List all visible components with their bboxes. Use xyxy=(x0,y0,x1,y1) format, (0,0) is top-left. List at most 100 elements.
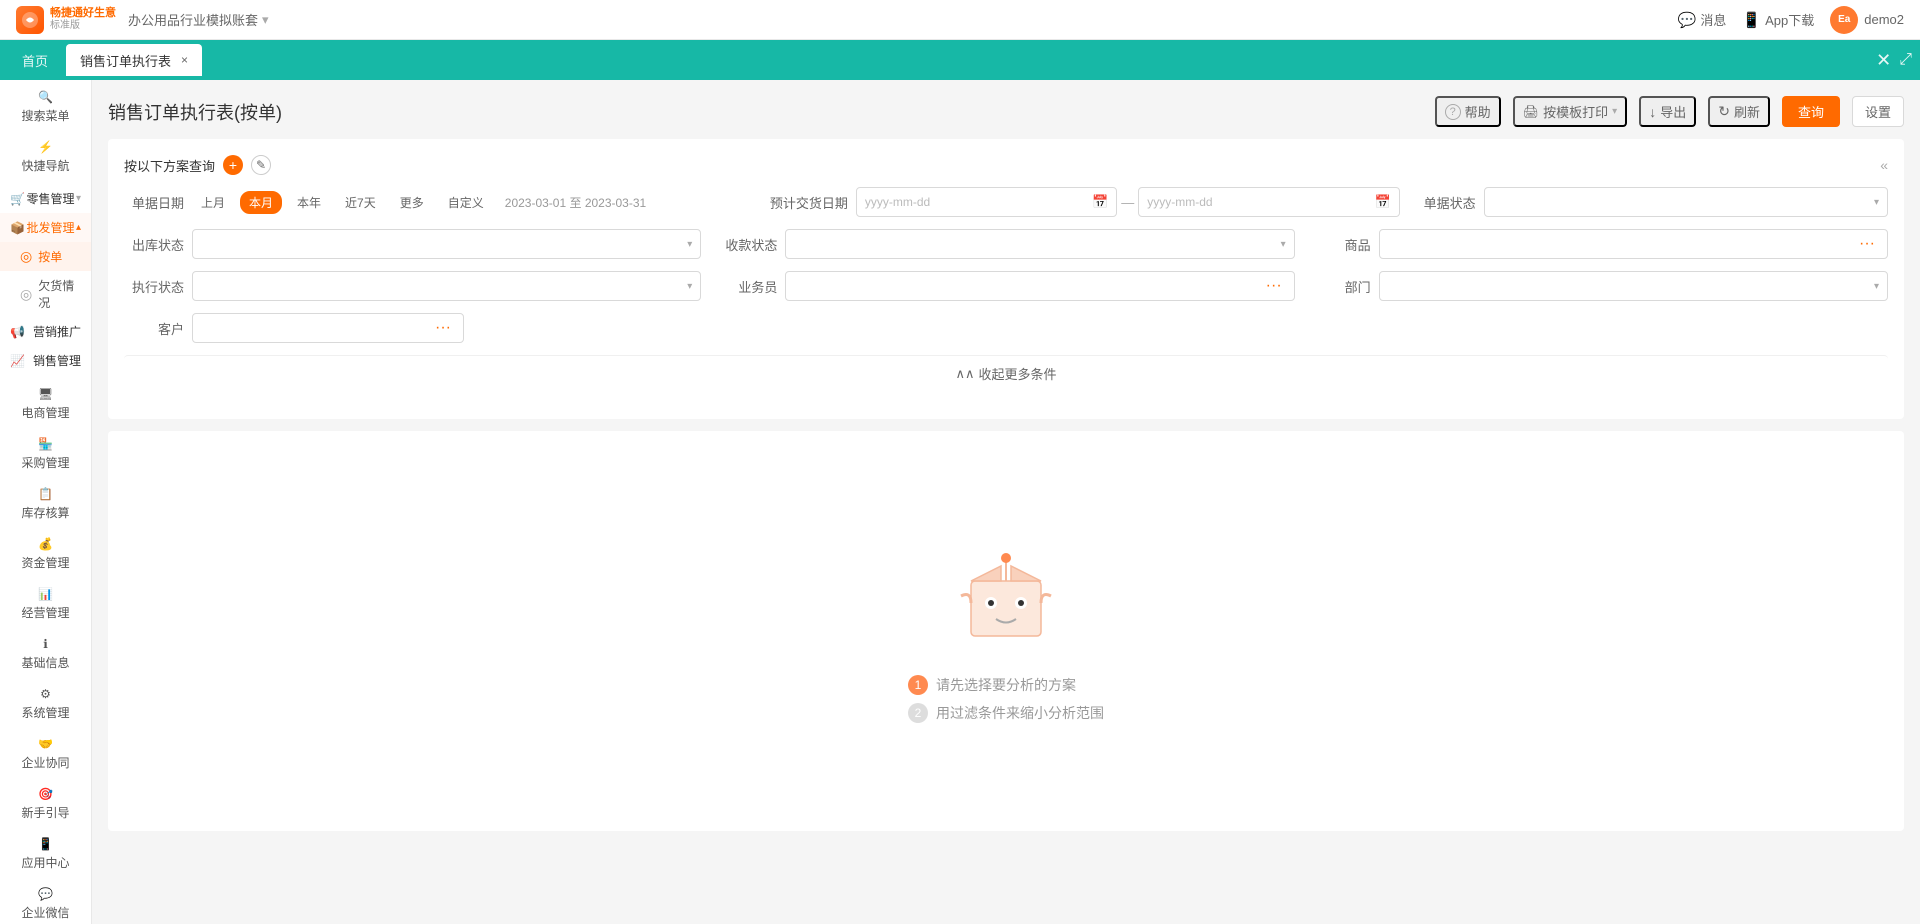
sidebar-item-corp[interactable]: 🤝 企业协同 xyxy=(0,729,91,779)
sidebar-item-inventory[interactable]: 📋 库存核算 xyxy=(0,479,91,529)
template-print-button[interactable]: 🖨 按模板打印 ▾ xyxy=(1513,96,1628,127)
app-download-button[interactable]: 📱 App下载 xyxy=(1742,10,1814,29)
tab-close-button[interactable]: × xyxy=(181,53,188,67)
step-2-num: 2 xyxy=(908,703,928,723)
empty-state: 1 请先选择要分析的方案 2 用过滤条件来缩小分析范围 xyxy=(108,431,1904,831)
customer-select[interactable]: ··· xyxy=(192,313,464,343)
main-layout: 🔍 搜索菜单 ⚡ 快捷导航 🛒 零售管理 ▾ 📦 批发管理 ▴ ◎ 按单 ◎ xyxy=(0,80,1920,924)
corp-icon: 🤝 xyxy=(38,737,53,751)
add-filter-button[interactable]: + xyxy=(223,155,243,175)
customer-label: 客户 xyxy=(124,319,184,338)
sidebar-item-retail[interactable]: 🛒 零售管理 ▾ xyxy=(0,184,91,213)
tab-actions: ✕ ⤢ xyxy=(1876,50,1912,71)
date-tag-this-month[interactable]: 本月 xyxy=(240,191,282,214)
dept-select[interactable]: ▾ xyxy=(1379,271,1888,301)
sidebar-item-ecom[interactable]: 🖥 电商管理 xyxy=(0,379,91,429)
sidebar-item-basic[interactable]: ℹ 基础信息 xyxy=(0,629,91,679)
sidebar-item-sys[interactable]: ⚙ 系统管理 xyxy=(0,679,91,729)
query-button[interactable]: 查询 xyxy=(1782,96,1840,127)
date-tag-custom[interactable]: 自定义 xyxy=(439,191,493,214)
expected-date-to[interactable]: yyyy-mm-dd 📅 xyxy=(1138,187,1399,217)
tab-maximize-button[interactable]: ⤢ xyxy=(1899,51,1912,69)
date-tag-last-month[interactable]: 上月 xyxy=(192,191,234,214)
sidebar-item-ops[interactable]: 📊 经营管理 xyxy=(0,579,91,629)
tab-home[interactable]: 首页 xyxy=(8,44,62,76)
sidebar-item-appstore[interactable]: 📱 应用中心 xyxy=(0,829,91,879)
avatar: Ea xyxy=(1830,6,1858,34)
retail-label: 零售管理 xyxy=(26,190,74,207)
tab-close-window-button[interactable]: ✕ xyxy=(1876,50,1891,71)
filter-section-header: 按以下方案查询 + ✎ « xyxy=(124,155,1888,175)
order-status-label: 单据状态 xyxy=(1416,193,1476,212)
salesperson-ellipsis[interactable]: ··· xyxy=(1262,277,1286,295)
sidebar-item-marketing[interactable]: 📢 营销推广 xyxy=(0,317,91,346)
export-button[interactable]: ↓ 导出 xyxy=(1639,96,1696,127)
empty-step-1: 1 请先选择要分析的方案 xyxy=(908,675,1104,695)
date-tag-this-year[interactable]: 本年 xyxy=(288,191,330,214)
goods-select[interactable]: ··· xyxy=(1379,229,1888,259)
collapse-label: 收起更多条件 xyxy=(979,364,1057,383)
logo-area: 畅捷通好生意 标准版 xyxy=(16,6,116,34)
purchase-label: 采购管理 xyxy=(21,454,69,471)
sidebar-search-menu[interactable]: 🔍 搜索菜单 xyxy=(0,80,91,134)
newbie-label: 新手引导 xyxy=(21,804,69,821)
expected-date-from[interactable]: yyyy-mm-dd 📅 xyxy=(856,187,1117,217)
help-icon: ? xyxy=(1445,104,1461,120)
purchase-icon: 🏪 xyxy=(38,437,53,451)
collapse-more-button[interactable]: ∧∧ 收起更多条件 xyxy=(124,355,1888,391)
delivery-status-label: 出库状态 xyxy=(124,235,184,254)
calendar-to-icon: 📅 xyxy=(1374,194,1390,210)
tab-sales-order[interactable]: 销售订单执行表 × xyxy=(66,44,202,76)
customer-ellipsis[interactable]: ··· xyxy=(431,319,455,337)
sidebar-sub-按单[interactable]: ◎ 按单 xyxy=(0,242,91,271)
refresh-button[interactable]: ↻ 刷新 xyxy=(1708,96,1770,127)
filter-date: 单据日期 上月 本月 本年 近7天 更多 自定义 2023-03-01 至 20… xyxy=(124,191,754,214)
order-status-arrow: ▾ xyxy=(1874,197,1879,208)
breadcrumb-dropdown-icon[interactable]: ▾ xyxy=(262,12,269,28)
message-button[interactable]: 💬 消息 xyxy=(1678,10,1727,29)
order-status-select[interactable]: ▾ xyxy=(1484,187,1888,217)
step-1-text: 请先选择要分析的方案 xyxy=(936,675,1076,695)
marketing-icon: 📢 xyxy=(10,325,25,339)
goods-ellipsis[interactable]: ··· xyxy=(1855,235,1879,253)
help-button[interactable]: ? 帮助 xyxy=(1435,96,1501,127)
sidebar-item-purchase[interactable]: 🏪 采购管理 xyxy=(0,429,91,479)
sidebar-item-sales-mgmt[interactable]: 📈 销售管理 xyxy=(0,346,91,375)
edit-filter-button[interactable]: ✎ xyxy=(251,155,271,175)
filter-salesperson: 业务员 ··· xyxy=(717,271,1294,301)
date-tag-group: 上月 本月 本年 近7天 更多 自定义 xyxy=(192,191,493,214)
wholesale-icon: 📦 xyxy=(10,221,25,235)
filter-section-label: 按以下方案查询 xyxy=(124,156,215,175)
sidebar-item-newbie[interactable]: 🎯 新手引导 xyxy=(0,779,91,829)
search-icon: 🔍 xyxy=(38,90,53,104)
payment-status-select[interactable]: ▾ xyxy=(785,229,1294,259)
filter-row-3: 执行状态 ▾ 业务员 ··· xyxy=(124,271,1888,301)
sidebar-item-finance[interactable]: 💰 资金管理 xyxy=(0,529,91,579)
date-tag-more[interactable]: 更多 xyxy=(391,191,433,214)
message-icon: 💬 xyxy=(1678,11,1697,29)
delivery-status-select[interactable]: ▾ xyxy=(192,229,701,259)
filter-expected-date: 预计交货日期 yyyy-mm-dd 📅 — yyyy-mm-dd 📅 xyxy=(770,187,1400,217)
filter-row-4: 客户 ··· xyxy=(124,313,1888,343)
exec-status-label: 执行状态 xyxy=(124,277,184,296)
sidebar-item-wholesale[interactable]: 📦 批发管理 ▴ xyxy=(0,213,91,242)
filter-payment-status: 收款状态 ▾ xyxy=(717,229,1294,259)
date-tag-last7[interactable]: 近7天 xyxy=(336,191,385,214)
sidebar-sub-欠货情况[interactable]: ◎ 欠货情况 xyxy=(0,271,91,317)
settings-button[interactable]: 设置 xyxy=(1852,96,1904,127)
sys-label: 系统管理 xyxy=(21,704,69,721)
empty-state-illustration xyxy=(946,531,1066,651)
sub-欠货情况-icon: ◎ xyxy=(20,286,32,303)
appstore-label: 应用中心 xyxy=(21,854,69,871)
collapse-filter-button[interactable]: « xyxy=(1880,157,1888,173)
sidebar-quick-nav[interactable]: ⚡ 快捷导航 xyxy=(0,134,91,180)
page-actions: ? 帮助 🖨 按模板打印 ▾ ↓ 导出 ↻ 刷新 xyxy=(1435,96,1904,127)
exec-status-select[interactable]: ▾ xyxy=(192,271,701,301)
user-menu[interactable]: Ea demo2 xyxy=(1830,6,1904,34)
salesperson-label: 业务员 xyxy=(717,277,777,296)
payment-status-label: 收款状态 xyxy=(717,235,777,254)
dept-label: 部门 xyxy=(1311,277,1371,296)
sidebar-item-wechat[interactable]: 💬 企业微信 xyxy=(0,879,91,924)
salesperson-select[interactable]: ··· xyxy=(785,271,1294,301)
export-icon: ↓ xyxy=(1649,104,1656,120)
